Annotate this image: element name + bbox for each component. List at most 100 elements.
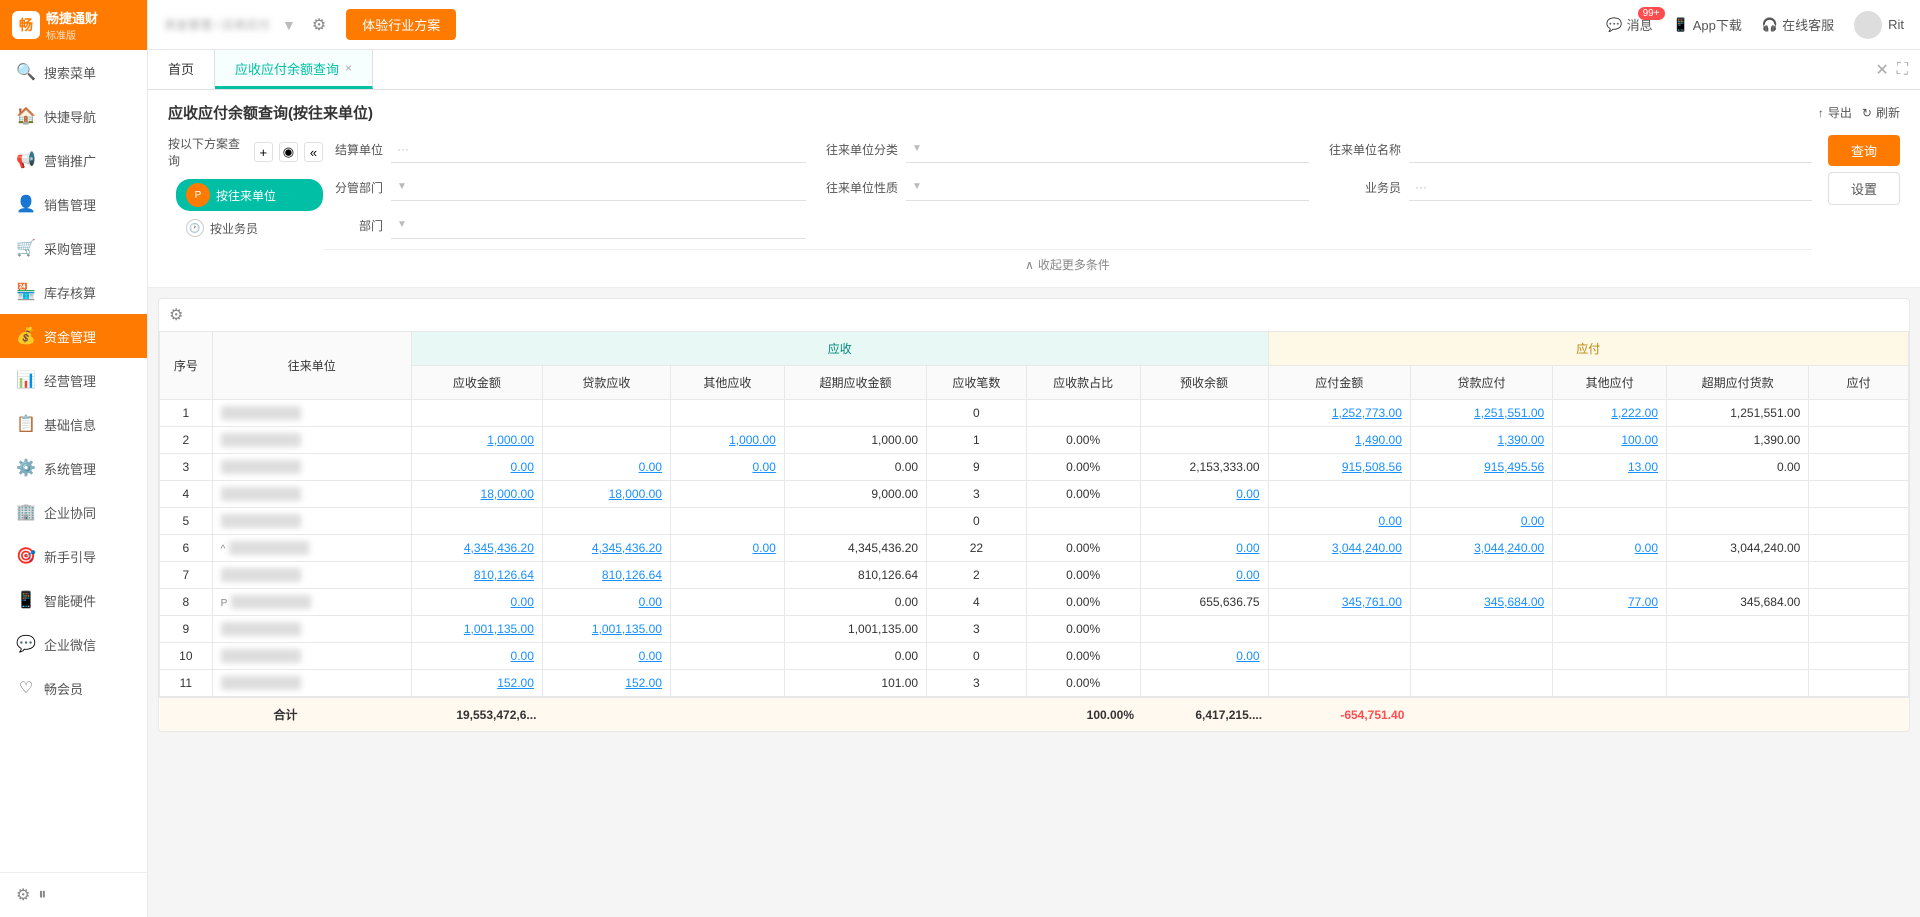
cell-ar-other: 1,000.00 [670,427,784,454]
collapse-button[interactable]: ∧ 收起更多条件 [323,249,1812,279]
field-settlement-unit: 结算单位 ··· [323,135,806,163]
cell-ap-extra [1809,535,1909,562]
sidebar-label-operation: 经营管理 [44,371,96,390]
table-row: 11 XXXXXXXXXX 152.00 152.00 101.00 3 0.0… [160,670,1909,698]
edit-scheme-button[interactable]: ◉ [279,142,298,162]
sidebar-label-quick-nav: 快捷导航 [44,107,96,126]
cell-prepay [1140,616,1268,643]
cell-no: 3 [160,454,213,481]
cell-ar-overdue [784,400,926,427]
dropdown-icon-4: ▼ [397,219,407,230]
table-header-col-row: 应收金额 贷款应收 其他应收 超期应收金额 应收笔数 应收款占比 预收余额 应付… [160,366,1909,400]
cell-prepay: 0.00 [1140,643,1268,670]
mode-by-salesperson[interactable]: 🕐 按业务员 [176,215,323,241]
field-partner-category-label: 往来单位分类 [826,141,898,158]
field-partner-name-control[interactable] [1409,135,1812,163]
sidebar-item-purchase[interactable]: 🛒 采购管理 [0,226,147,270]
export-button[interactable]: ↑ 导出 [1818,104,1852,121]
add-scheme-button[interactable]: + [254,142,273,162]
sidebar-item-hardware[interactable]: 📱 智能硬件 [0,578,147,622]
cell-ar-amount: 0.00 [411,589,542,616]
footer-ap-overdue [1667,697,1809,731]
online-service-item[interactable]: 🎧 在线客服 [1762,15,1834,34]
footer-label: 合计 [160,697,412,731]
settings-bottom-icon[interactable]: ⚙ [16,885,30,905]
purchase-icon: 🛒 [16,238,36,258]
page-content: 应收应付余额查询(按往来单位) ↑ 导出 ↻ 刷新 按 [148,90,1920,917]
sidebar-item-basic[interactable]: 📋 基础信息 [0,402,147,446]
field-partner-nature-control[interactable]: ▼ [906,173,1309,201]
field-settlement-unit-control[interactable]: ··· [391,135,806,163]
cell-ap-amount [1268,481,1410,508]
sidebar-item-inventory[interactable]: 🏪 库存核算 [0,270,147,314]
tab-ar-ap-query[interactable]: 应收应付余额查询 × [215,50,373,89]
field-salesperson-control[interactable]: ··· [1409,173,1812,201]
field-salesperson-label: 业务员 [1329,179,1401,196]
cell-ar-other [670,400,784,427]
cell-ar-loan [542,508,670,535]
sidebar-label-purchase: 采购管理 [44,239,96,258]
sidebar-logo: 畅 畅捷通财 标准版 [0,0,147,50]
collapse-icon[interactable]: ⏸ [38,886,46,904]
cell-ar-ratio: 0.00% [1026,643,1140,670]
partner-mode-icon: P [186,183,210,207]
user-area[interactable]: Rit [1854,11,1904,39]
refresh-label: 刷新 [1876,104,1900,121]
cell-ap-loan: 915,495.56 [1410,454,1552,481]
cell-ar-other [670,670,784,698]
sidebar-item-search-menu[interactable]: 🔍 搜索菜单 [0,50,147,94]
username-label: Rit [1888,17,1904,32]
field-branch-dept-control[interactable]: ▼ [391,173,806,201]
sidebar-label-hardware: 智能硬件 [44,591,96,610]
logo-icon: 畅 [12,11,40,39]
th-ar-other: 其他应收 [670,366,784,400]
cell-ap-other [1553,670,1667,698]
sidebar-item-sales[interactable]: 👤 销售管理 [0,182,147,226]
tab-maximize-icon[interactable]: ⛶ [1897,61,1908,79]
th-ar-group: 应收 [411,332,1268,366]
cell-ar-loan: 0.00 [542,643,670,670]
sidebar-item-quick-nav[interactable]: 🏠 快捷导航 [0,94,147,138]
query-button[interactable]: 查询 [1828,135,1900,166]
sidebar-item-enterprise[interactable]: 🏢 企业协同 [0,490,147,534]
topbar-gear-icon[interactable]: ⚙ [312,15,326,35]
cell-ar-amount: 4,345,436.20 [411,535,542,562]
sidebar-item-guide[interactable]: 🎯 新手引导 [0,534,147,578]
solution-button[interactable]: 体验行业方案 [346,9,456,40]
cell-ar-ratio: 0.00% [1026,535,1140,562]
cell-prepay: 2,153,333.00 [1140,454,1268,481]
field-partner-category-control[interactable]: ▼ [906,135,1309,163]
tab-home[interactable]: 首页 [148,50,215,89]
table-settings-icon[interactable]: ⚙ [169,307,183,324]
tab-close-icon[interactable]: × [345,61,352,75]
table-toolbar: ⚙ [159,299,1909,331]
messages-area[interactable]: 💬 消息 99+ [1606,15,1652,34]
cell-ap-overdue [1667,643,1809,670]
message-icon: 💬 [1606,17,1622,33]
cell-ap-extra [1809,454,1909,481]
cell-no: 11 [160,670,213,698]
cell-ar-overdue: 1,000.00 [784,427,926,454]
cell-ap-amount: 1,252,773.00 [1268,400,1410,427]
collapse-scheme-button[interactable]: « [304,142,323,162]
sidebar-item-operation[interactable]: 📊 经营管理 [0,358,147,402]
table-footer-row: 合计 19,553,472,6... 100.00% 6,417,215....… [160,697,1909,731]
sidebar-item-member[interactable]: ♡ 畅会员 [0,666,147,710]
sidebar-item-system[interactable]: ⚙️ 系统管理 [0,446,147,490]
page-action-buttons: ↑ 导出 ↻ 刷新 [1818,104,1900,121]
field-dept-control[interactable]: ▼ [391,211,806,239]
setting-button[interactable]: 设置 [1828,172,1900,205]
mode-by-partner[interactable]: P 按往来单位 [176,179,323,211]
chevron-up-icon: ∧ [1025,258,1034,272]
cell-ar-count: 3 [927,616,1027,643]
app-download-item[interactable]: 📱 App下载 [1673,15,1742,34]
sidebar-item-wechat[interactable]: 💬 企业微信 [0,622,147,666]
dots-icon-2: ··· [1415,180,1427,194]
cell-ar-count: 0 [927,400,1027,427]
sidebar-item-capital[interactable]: 💰 资金管理 [0,314,147,358]
cell-ar-ratio: 0.00% [1026,454,1140,481]
tab-close-window-icon[interactable]: ✕ [1875,60,1888,80]
cell-ar-other [670,589,784,616]
refresh-button[interactable]: ↻ 刷新 [1862,104,1900,121]
sidebar-item-marketing[interactable]: 📢 营销推广 [0,138,147,182]
